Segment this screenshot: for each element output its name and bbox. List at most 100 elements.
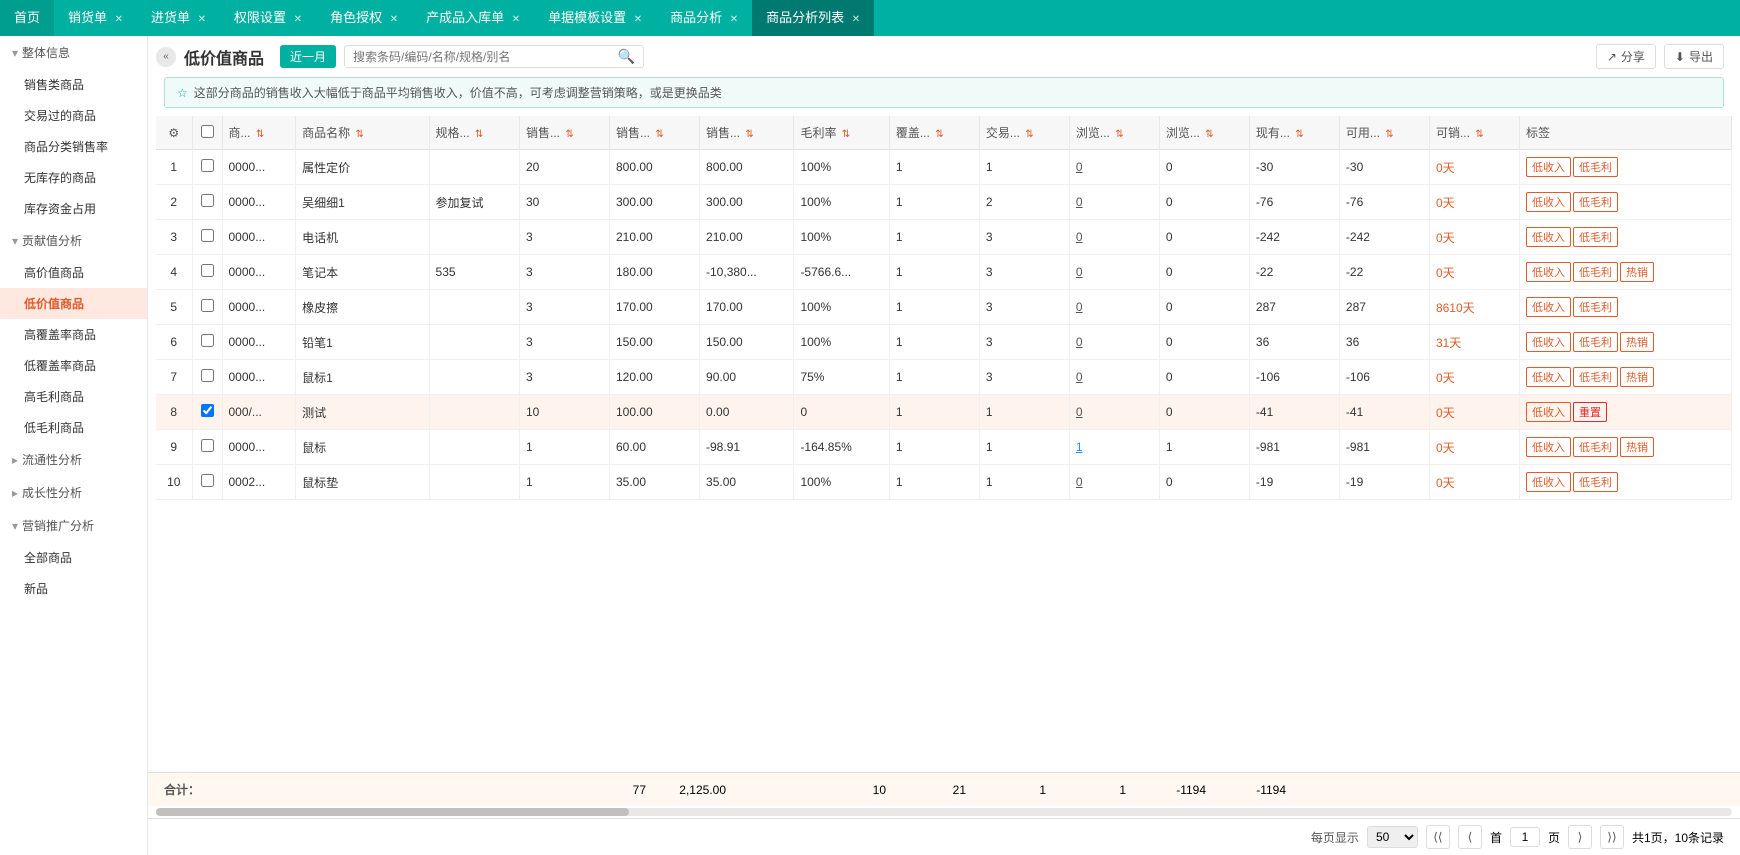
nav-item-analysis-list[interactable]: 商品分析列表 ✕	[752, 0, 874, 36]
row-checkbox[interactable]	[201, 299, 214, 312]
cell-checkbox[interactable]	[192, 360, 222, 395]
next-page-btn[interactable]: ⟩	[1568, 825, 1592, 849]
row-checkbox[interactable]	[201, 439, 214, 452]
horiz-scrollbar-thumb[interactable]	[156, 808, 629, 816]
sidebar-item-high-coverage[interactable]: 高覆盖率商品	[0, 319, 147, 350]
sidebar-item-high-value[interactable]: 高价值商品	[0, 257, 147, 288]
col-stock3[interactable]: 可销... ⇅	[1429, 116, 1519, 150]
share-btn[interactable]: ↗ 分享	[1596, 44, 1656, 69]
search-icon[interactable]: 🔍	[618, 48, 635, 65]
cell-checkbox[interactable]	[192, 150, 222, 185]
sidebar-group-overall[interactable]: ▾ 整体信息	[0, 36, 147, 69]
sidebar-group-contribution[interactable]: ▾ 贡献值分析	[0, 224, 147, 257]
last-page-btn[interactable]: ⟩⟩	[1600, 825, 1624, 849]
close-analysis-list-icon[interactable]: ✕	[852, 14, 860, 25]
cell-checkbox[interactable]	[192, 220, 222, 255]
page-input[interactable]	[1510, 827, 1540, 847]
cell-checkbox[interactable]	[192, 185, 222, 220]
row-checkbox[interactable]	[201, 229, 214, 242]
table-wrap[interactable]: ⚙ 商... ⇅ 商品名称 ⇅ 规格... ⇅ 销售... ⇅ 销售... ⇅ …	[148, 116, 1740, 772]
close-role-icon[interactable]: ✕	[390, 14, 398, 25]
col-checkbox[interactable]	[192, 116, 222, 150]
close-product-icon[interactable]: ✕	[512, 14, 520, 25]
prev-page-btn[interactable]: ⟨	[1458, 825, 1482, 849]
sidebar-item-low-value[interactable]: 低价值商品	[0, 288, 147, 319]
nav-item-sales[interactable]: 销货单 ✕	[54, 0, 137, 36]
cell-v1[interactable]: 1	[1069, 430, 1159, 465]
cell-v1[interactable]: 0	[1069, 290, 1159, 325]
row-checkbox[interactable]	[201, 474, 214, 487]
nav-item-purchase[interactable]: 进货单 ✕	[137, 0, 220, 36]
sidebar-item-high-margin[interactable]: 高毛利商品	[0, 381, 147, 412]
nav-item-analysis[interactable]: 商品分析 ✕	[656, 0, 752, 36]
cell-v1[interactable]: 0	[1069, 220, 1159, 255]
close-sales-icon[interactable]: ✕	[115, 14, 123, 25]
row-checkbox[interactable]	[201, 194, 214, 207]
col-trade[interactable]: 交易... ⇅	[979, 116, 1069, 150]
col-stock2[interactable]: 可用... ⇅	[1339, 116, 1429, 150]
sidebar-group-circulation[interactable]: ▸ 流通性分析	[0, 443, 147, 476]
row-checkbox[interactable]	[201, 264, 214, 277]
select-all-checkbox[interactable]	[201, 125, 214, 138]
col-stock1[interactable]: 现有... ⇅	[1249, 116, 1339, 150]
cell-checkbox[interactable]	[192, 290, 222, 325]
close-template-icon[interactable]: ✕	[634, 14, 642, 25]
cell-v1[interactable]: 0	[1069, 465, 1159, 500]
cell-checkbox[interactable]	[192, 430, 222, 465]
row-checkbox[interactable]	[201, 404, 214, 417]
cell-checkbox[interactable]	[192, 325, 222, 360]
search-input[interactable]	[353, 50, 618, 64]
sidebar-item-stock-fund[interactable]: 库存资金占用	[0, 193, 147, 224]
first-page-btn[interactable]: ⟨⟨	[1426, 825, 1450, 849]
per-page-select[interactable]: 50 100 200	[1367, 826, 1418, 848]
col-margin[interactable]: 毛利率 ⇅	[794, 116, 889, 150]
cell-checkbox[interactable]	[192, 395, 222, 430]
row-checkbox[interactable]	[201, 369, 214, 382]
horiz-scrollbar[interactable]	[156, 808, 1732, 816]
cell-v1[interactable]: 0	[1069, 325, 1159, 360]
sidebar-item-all-goods[interactable]: 全部商品	[0, 542, 147, 573]
filter-recent-month-btn[interactable]: 近一月	[280, 45, 336, 68]
nav-item-home[interactable]: 首页	[0, 0, 54, 36]
nav-item-perm[interactable]: 权限设置 ✕	[220, 0, 316, 36]
collapse-sidebar-btn[interactable]: «	[156, 47, 176, 67]
nav-item-role[interactable]: 角色授权 ✕	[316, 0, 412, 36]
row-checkbox[interactable]	[201, 159, 214, 172]
cell-v1[interactable]: 0	[1069, 185, 1159, 220]
nav-item-product[interactable]: 产成品入库单 ✕	[412, 0, 534, 36]
cell-margin: 100%	[794, 185, 889, 220]
col-sales2[interactable]: 销售... ⇅	[610, 116, 700, 150]
sidebar-item-no-stock[interactable]: 无库存的商品	[0, 162, 147, 193]
col-settings[interactable]: ⚙	[156, 116, 192, 150]
sidebar-item-traded[interactable]: 交易过的商品	[0, 100, 147, 131]
row-checkbox[interactable]	[201, 334, 214, 347]
cell-checkbox[interactable]	[192, 255, 222, 290]
col-sales3[interactable]: 销售... ⇅	[700, 116, 794, 150]
sidebar-item-sales-goods[interactable]: 销售类商品	[0, 69, 147, 100]
nav-item-template[interactable]: 单据模板设置 ✕	[534, 0, 656, 36]
table-footer: 合计： 77 2,125.00 10 21 1 1 -1194 -1194	[148, 772, 1740, 806]
col-name[interactable]: 商品名称 ⇅	[296, 116, 429, 150]
sidebar-item-category-rate[interactable]: 商品分类销售率	[0, 131, 147, 162]
close-analysis-icon[interactable]: ✕	[730, 14, 738, 25]
sidebar-group-growth[interactable]: ▸ 成长性分析	[0, 476, 147, 509]
col-coverage[interactable]: 覆盖... ⇅	[889, 116, 979, 150]
cell-v1[interactable]: 0	[1069, 395, 1159, 430]
col-view2[interactable]: 浏览... ⇅	[1159, 116, 1249, 150]
sidebar-group-marketing[interactable]: ▾ 营销推广分析	[0, 509, 147, 542]
cell-v1[interactable]: 0	[1069, 255, 1159, 290]
cell-v1[interactable]: 0	[1069, 150, 1159, 185]
sidebar-item-low-margin[interactable]: 低毛利商品	[0, 412, 147, 443]
cell-checkbox[interactable]	[192, 465, 222, 500]
col-view1[interactable]: 浏览... ⇅	[1069, 116, 1159, 150]
cell-num: 10	[156, 465, 192, 500]
col-code[interactable]: 商... ⇅	[222, 116, 296, 150]
close-purchase-icon[interactable]: ✕	[198, 14, 206, 25]
close-perm-icon[interactable]: ✕	[294, 14, 302, 25]
export-btn[interactable]: ⬇ 导出	[1664, 44, 1724, 69]
sidebar-item-new-goods[interactable]: 新品	[0, 573, 147, 604]
sidebar-item-low-coverage[interactable]: 低覆盖率商品	[0, 350, 147, 381]
col-sales1[interactable]: 销售... ⇅	[519, 116, 609, 150]
cell-v1[interactable]: 0	[1069, 360, 1159, 395]
col-spec[interactable]: 规格... ⇅	[429, 116, 519, 150]
